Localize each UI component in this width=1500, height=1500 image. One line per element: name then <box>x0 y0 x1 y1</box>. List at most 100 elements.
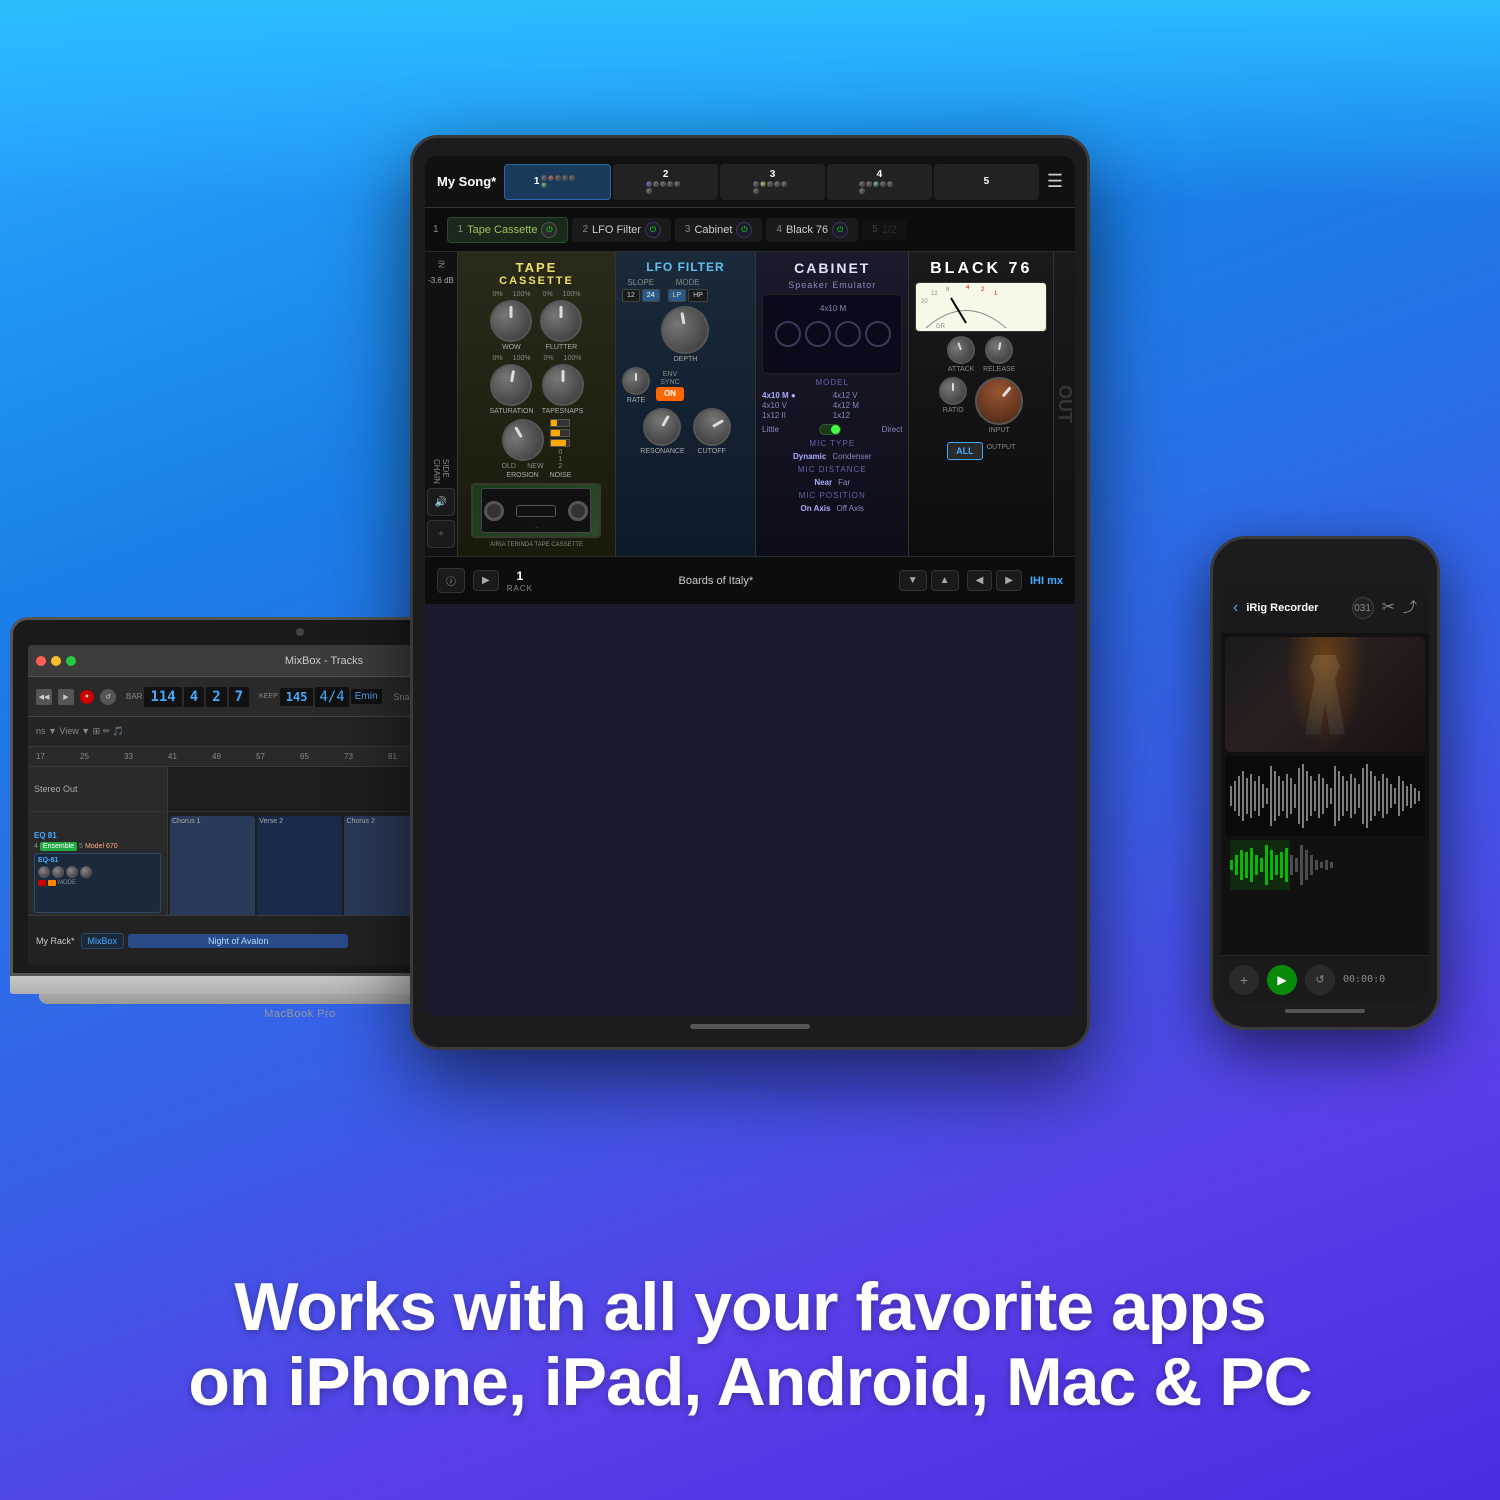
add-icon[interactable]: + <box>1229 965 1259 995</box>
share-icon[interactable]: ⤴ <box>1403 597 1417 619</box>
attack-knob[interactable] <box>943 332 979 368</box>
condenser-label[interactable]: Condenser <box>832 452 871 461</box>
resonance-label: RESONANCE <box>640 448 684 455</box>
all-button[interactable]: ALL <box>947 442 983 460</box>
play-button-footer[interactable]: ▶ <box>473 570 499 591</box>
ratio-knob[interactable] <box>939 377 967 405</box>
mini-knob-s2-6 <box>646 188 652 194</box>
iphone-screen-content: ‹ iRig Recorder 031 ✂ ⤴ <box>1221 583 1429 1003</box>
slope-12-btn[interactable]: 12 <box>622 289 640 302</box>
direct-label: Direct <box>882 425 903 434</box>
erosion-knob[interactable] <box>494 411 551 468</box>
black76-plugin: BLACK 76 <box>909 252 1054 556</box>
play-btn[interactable]: ▶ <box>1267 965 1297 995</box>
cutoff-knob[interactable] <box>686 401 738 453</box>
attack-release-row: ATTACK RELEASE <box>915 336 1047 373</box>
add-btn[interactable]: + <box>427 520 455 548</box>
mode-lp-btn[interactable]: LP <box>668 289 687 302</box>
info-button[interactable]: ⓘ <box>437 568 465 593</box>
ratio-knob-group: RATIO <box>939 377 967 434</box>
little-direct-switch[interactable] <box>819 424 841 435</box>
speaker-diagram: 4x10 M <box>763 299 901 369</box>
tapesnaps-knob[interactable] <box>542 364 584 406</box>
erosion-noise-row: OLD NEW EROSION <box>502 419 572 479</box>
slot-tab-2[interactable]: 2 <box>613 164 718 200</box>
slot-tab-4[interactable]: 4 <box>827 164 932 200</box>
model-options: 4x10 M ● 4x12 V 4x10 V 4x12 M 1x12 II 1x… <box>762 391 902 420</box>
black76-power-btn[interactable]: ⏻ <box>832 222 848 238</box>
mini-knob-s2-2 <box>653 181 659 187</box>
footer-transport: ◀ ▶ <box>967 570 1022 591</box>
rate-label: RATE <box>627 397 645 404</box>
cabinet-tab[interactable]: 3 Cabinet ⏻ <box>675 218 762 242</box>
play-button[interactable]: ▶ <box>58 689 74 705</box>
rate-knob[interactable] <box>622 367 650 395</box>
far-label[interactable]: Far <box>838 478 850 487</box>
model-1x12[interactable]: 1x12 <box>833 411 903 420</box>
model-4x12v[interactable]: 4x12 V <box>833 391 903 400</box>
dynamic-label[interactable]: Dynamic <box>793 452 826 461</box>
black76-tab[interactable]: 4 Black 76 ⏻ <box>766 218 858 242</box>
tape-power-btn[interactable]: ⏻ <box>541 222 557 238</box>
menu-icon[interactable]: ☰ <box>1047 171 1063 192</box>
rewind-button[interactable]: ◀◀ <box>36 689 52 705</box>
tape-cassette-plugin: TAPE CASSETTE 0%100% <box>458 252 616 556</box>
input-knob[interactable] <box>965 367 1033 435</box>
svg-text:4x10 M: 4x10 M <box>820 304 847 313</box>
little-direct-row: Little Direct <box>762 424 902 435</box>
loop-button[interactable]: ↺ <box>100 689 116 705</box>
left-reel <box>484 501 504 521</box>
prev-btn[interactable]: ▼ <box>899 570 927 591</box>
attack-label: ATTACK <box>948 366 975 373</box>
slope-24-btn[interactable]: 24 <box>642 289 660 302</box>
release-knob[interactable] <box>983 334 1015 366</box>
cabinet-power-btn[interactable]: ⏻ <box>736 222 752 238</box>
loop-btn[interactable]: ↺ <box>1305 965 1335 995</box>
model-1x12ii[interactable]: 1x12 II <box>762 411 832 420</box>
svg-text:12: 12 <box>931 291 938 297</box>
record-button[interactable]: ● <box>80 690 94 704</box>
side-chain-label: SIDECHAIN <box>432 459 450 484</box>
vu-scale: 20 12 8 4 2 1 GR <box>916 283 1046 331</box>
next-btn[interactable]: ▲ <box>931 570 959 591</box>
lfo-power-btn[interactable]: ⏻ <box>645 222 661 238</box>
off-axis-label[interactable]: Off Axis <box>836 504 863 513</box>
resonance-knob[interactable] <box>637 401 689 453</box>
minimize-dot[interactable] <box>51 656 61 666</box>
slot-tab-1[interactable]: 1 <box>504 164 611 200</box>
depth-knob[interactable] <box>658 302 714 358</box>
forward-btn[interactable]: ▶ <box>996 570 1022 591</box>
tape-cassette-tab[interactable]: 1 Tape Cassette ⏻ <box>447 217 569 243</box>
on-axis-label[interactable]: On Axis <box>801 504 831 513</box>
flutter-knob[interactable] <box>540 300 582 342</box>
resonance-knob-group: RESONANCE <box>640 408 684 455</box>
slot-tab-5[interactable]: 5 <box>934 164 1039 200</box>
ensemble-label: Ensemble <box>40 842 77 851</box>
irig-title: iRig Recorder <box>1246 602 1318 614</box>
saturation-knob[interactable] <box>487 361 536 410</box>
lfo-filter-tab[interactable]: 2 LFO Filter ⏻ <box>572 218 670 242</box>
slot-tab-3[interactable]: 3 <box>720 164 825 200</box>
cassette-visual: → <box>471 483 601 538</box>
near-label[interactable]: Near <box>814 478 832 487</box>
mini-knob-4 <box>562 175 568 181</box>
slope-buttons: 12 24 <box>622 289 660 302</box>
wow-knob[interactable] <box>490 300 532 342</box>
maximize-dot[interactable] <box>66 656 76 666</box>
scissors-icon[interactable]: ✂ <box>1382 597 1395 619</box>
mixbox-btn[interactable]: MixBox <box>81 933 125 949</box>
model-4x10m[interactable]: 4x10 M ● <box>762 391 832 400</box>
model-4x12m[interactable]: 4x12 M <box>833 401 903 410</box>
volume-icon[interactable]: 🔊 <box>427 488 455 516</box>
fifth-plugin-slot: OUT <box>1054 252 1075 556</box>
back-icon[interactable]: ‹ <box>1233 599 1238 617</box>
mode-hp-btn[interactable]: HP <box>688 289 708 302</box>
model-4x10v[interactable]: 4x10 V <box>762 401 832 410</box>
on-toggle[interactable]: ON <box>656 387 684 401</box>
close-dot[interactable] <box>36 656 46 666</box>
sync-label: SYNC <box>660 379 679 386</box>
night-of-avalon-track[interactable]: Night of Avalon <box>128 934 348 948</box>
ihi-logo: IHI mx <box>1030 575 1063 587</box>
slot5-tab[interactable]: 5 1/2 <box>862 220 907 240</box>
back-btn[interactable]: ◀ <box>967 570 993 591</box>
